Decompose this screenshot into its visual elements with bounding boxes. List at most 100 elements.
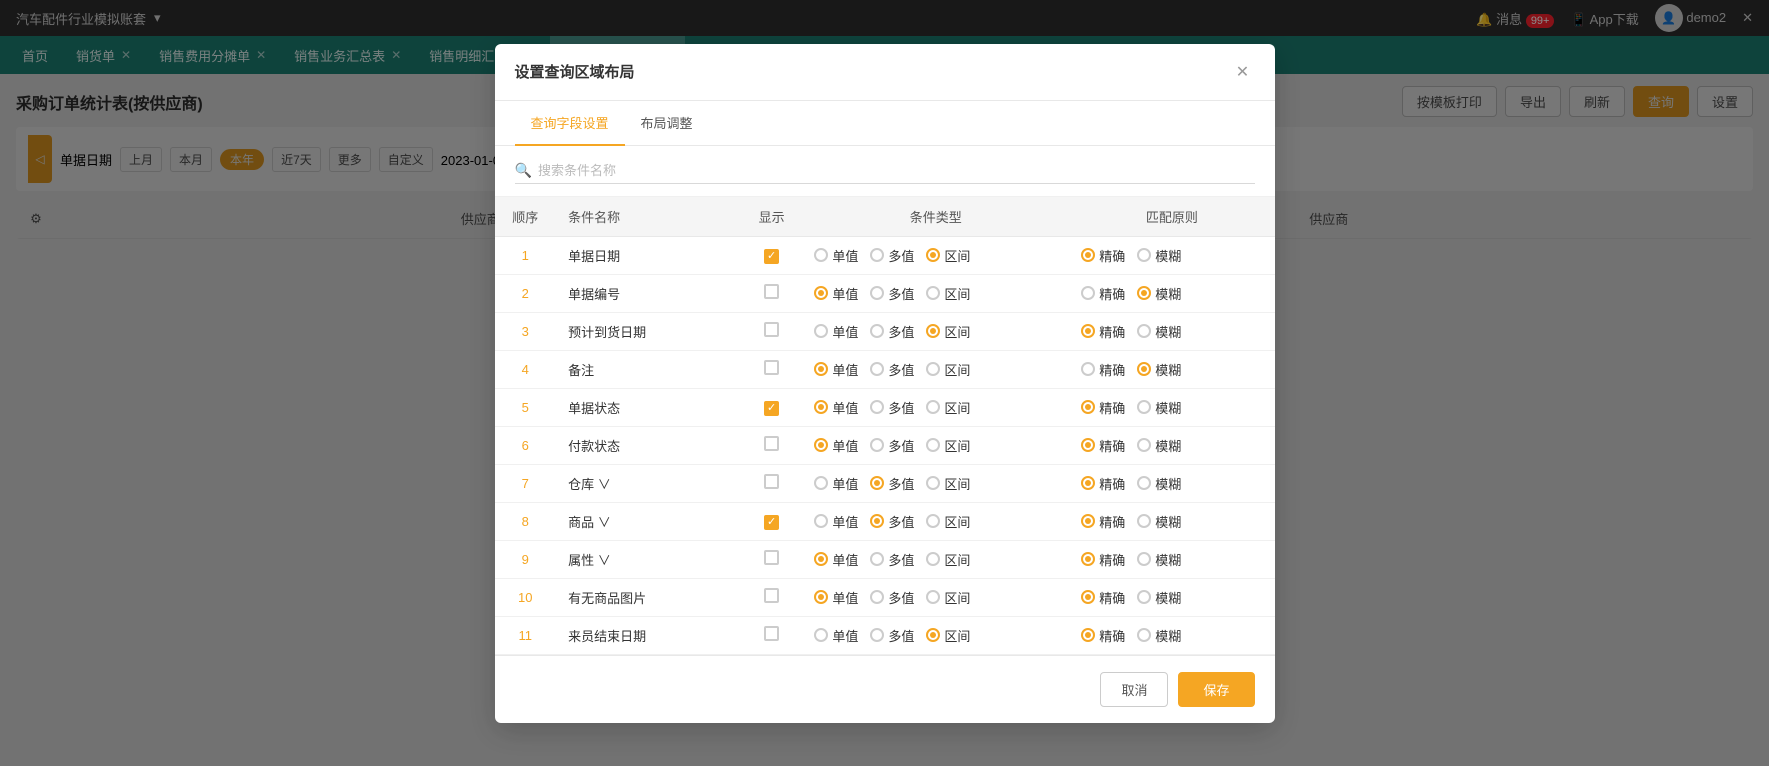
radio-circle	[926, 248, 940, 262]
type-option-单值[interactable]: 单值	[814, 588, 858, 607]
match-option-模糊[interactable]: 模糊	[1137, 398, 1181, 417]
type-option-多值[interactable]: 多值	[870, 550, 914, 569]
row-display-checkbox[interactable]	[741, 236, 803, 274]
modal-tabs: 查询字段设置 布局调整	[495, 101, 1275, 146]
radio-circle	[926, 286, 940, 300]
display-checkbox[interactable]	[764, 360, 779, 375]
match-option-精确[interactable]: 精确	[1081, 550, 1125, 569]
radio-circle	[1081, 438, 1095, 452]
type-option-单值[interactable]: 单值	[814, 550, 858, 569]
type-option-区间[interactable]: 区间	[926, 322, 970, 341]
modal-table-container: 顺序 条件名称 显示 条件类型 匹配原则 1单据日期 单值 多值 区间	[495, 197, 1275, 655]
row-type-options: 单值 多值 区间	[802, 578, 1069, 616]
display-checkbox[interactable]	[764, 550, 779, 565]
match-option-精确[interactable]: 精确	[1081, 398, 1125, 417]
radio-circle	[814, 590, 828, 604]
match-option-精确[interactable]: 精确	[1081, 284, 1125, 303]
radio-circle	[1081, 476, 1095, 490]
modal-search-area: 🔍	[495, 146, 1275, 197]
type-option-多值[interactable]: 多值	[870, 398, 914, 417]
cancel-button[interactable]: 取消	[1100, 672, 1168, 707]
type-option-多值[interactable]: 多值	[870, 512, 914, 531]
row-type-options: 单值 多值 区间	[802, 464, 1069, 502]
type-option-多值[interactable]: 多值	[870, 626, 914, 645]
match-option-模糊[interactable]: 模糊	[1137, 360, 1181, 379]
match-option-模糊[interactable]: 模糊	[1137, 626, 1181, 645]
type-option-多值[interactable]: 多值	[870, 284, 914, 303]
type-option-多值[interactable]: 多值	[870, 246, 914, 265]
match-option-精确[interactable]: 精确	[1081, 246, 1125, 265]
condition-search-input[interactable]	[538, 163, 1255, 178]
row-display-checkbox[interactable]	[741, 426, 803, 464]
save-button[interactable]: 保存	[1178, 672, 1254, 707]
row-display-checkbox[interactable]	[741, 616, 803, 654]
match-option-精确[interactable]: 精确	[1081, 436, 1125, 455]
match-option-模糊[interactable]: 模糊	[1137, 512, 1181, 531]
type-option-单值[interactable]: 单值	[814, 360, 858, 379]
type-option-区间[interactable]: 区间	[926, 436, 970, 455]
type-option-单值[interactable]: 单值	[814, 626, 858, 645]
row-display-checkbox[interactable]	[741, 464, 803, 502]
type-option-区间[interactable]: 区间	[926, 512, 970, 531]
type-option-区间[interactable]: 区间	[926, 246, 970, 265]
row-display-checkbox[interactable]	[741, 578, 803, 616]
type-option-多值[interactable]: 多值	[870, 436, 914, 455]
type-option-单值[interactable]: 单值	[814, 512, 858, 531]
table-row: 6付款状态 单值 多值 区间 精确 模糊	[495, 426, 1275, 464]
row-display-checkbox[interactable]	[741, 350, 803, 388]
type-option-单值[interactable]: 单值	[814, 474, 858, 493]
match-option-模糊[interactable]: 模糊	[1137, 284, 1181, 303]
display-checkbox[interactable]	[764, 588, 779, 603]
match-option-模糊[interactable]: 模糊	[1137, 246, 1181, 265]
tab-query-fields[interactable]: 查询字段设置	[515, 101, 625, 146]
type-option-区间[interactable]: 区间	[926, 474, 970, 493]
display-checkbox[interactable]	[764, 474, 779, 489]
row-display-checkbox[interactable]	[741, 312, 803, 350]
match-option-精确[interactable]: 精确	[1081, 512, 1125, 531]
type-option-区间[interactable]: 区间	[926, 360, 970, 379]
display-checkbox[interactable]	[764, 401, 779, 416]
display-checkbox[interactable]	[764, 322, 779, 337]
type-option-单值[interactable]: 单值	[814, 284, 858, 303]
radio-circle	[814, 476, 828, 490]
display-checkbox[interactable]	[764, 284, 779, 299]
type-option-单值[interactable]: 单值	[814, 322, 858, 341]
type-option-多值[interactable]: 多值	[870, 588, 914, 607]
modal-title: 设置查询区域布局	[515, 61, 635, 82]
match-option-精确[interactable]: 精确	[1081, 588, 1125, 607]
display-checkbox[interactable]	[764, 515, 779, 530]
type-option-多值[interactable]: 多值	[870, 360, 914, 379]
row-display-checkbox[interactable]	[741, 388, 803, 426]
type-option-区间[interactable]: 区间	[926, 550, 970, 569]
match-option-精确[interactable]: 精确	[1081, 626, 1125, 645]
match-option-模糊[interactable]: 模糊	[1137, 588, 1181, 607]
match-option-精确[interactable]: 精确	[1081, 322, 1125, 341]
type-option-区间[interactable]: 区间	[926, 626, 970, 645]
match-option-模糊[interactable]: 模糊	[1137, 322, 1181, 341]
radio-circle	[926, 438, 940, 452]
type-option-区间[interactable]: 区间	[926, 284, 970, 303]
match-option-精确[interactable]: 精确	[1081, 360, 1125, 379]
match-option-模糊[interactable]: 模糊	[1137, 550, 1181, 569]
type-option-单值[interactable]: 单值	[814, 246, 858, 265]
display-checkbox[interactable]	[764, 626, 779, 641]
match-option-模糊[interactable]: 模糊	[1137, 474, 1181, 493]
radio-circle	[926, 400, 940, 414]
type-option-区间[interactable]: 区间	[926, 398, 970, 417]
display-checkbox[interactable]	[764, 436, 779, 451]
row-display-checkbox[interactable]	[741, 502, 803, 540]
type-option-多值[interactable]: 多值	[870, 322, 914, 341]
tab-layout[interactable]: 布局调整	[625, 101, 709, 146]
type-option-区间[interactable]: 区间	[926, 588, 970, 607]
match-option-精确[interactable]: 精确	[1081, 474, 1125, 493]
row-condition-name: 有无商品图片	[556, 578, 741, 616]
row-display-checkbox[interactable]	[741, 274, 803, 312]
type-option-多值[interactable]: 多值	[870, 474, 914, 493]
modal-close-button[interactable]: ✕	[1231, 60, 1255, 84]
display-checkbox[interactable]	[764, 249, 779, 264]
radio-circle	[926, 552, 940, 566]
match-option-模糊[interactable]: 模糊	[1137, 436, 1181, 455]
type-option-单值[interactable]: 单值	[814, 398, 858, 417]
type-option-单值[interactable]: 单值	[814, 436, 858, 455]
row-display-checkbox[interactable]	[741, 540, 803, 578]
